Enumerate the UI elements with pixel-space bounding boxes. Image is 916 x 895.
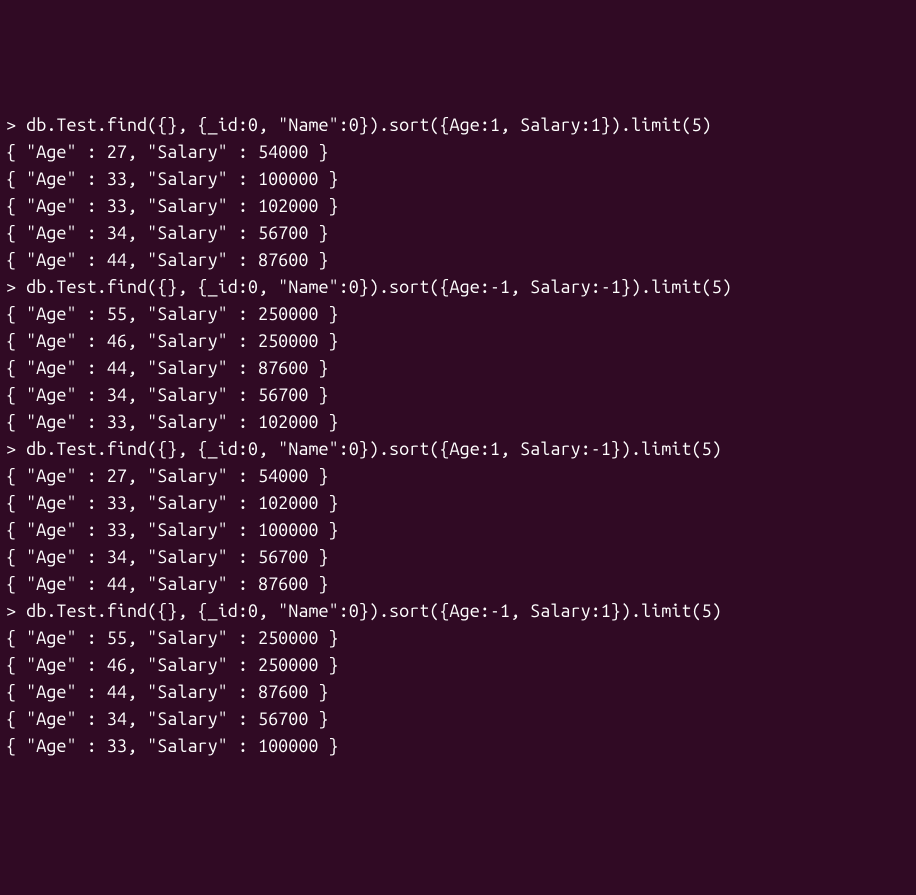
- command-line: > db.Test.find({}, {_id:0, "Name":0}).so…: [6, 598, 910, 625]
- output-line: { "Age" : 44, "Salary" : 87600 }: [6, 571, 910, 598]
- output-line: { "Age" : 33, "Salary" : 102000 }: [6, 193, 910, 220]
- output-line: { "Age" : 27, "Salary" : 54000 }: [6, 463, 910, 490]
- output-line: { "Age" : 34, "Salary" : 56700 }: [6, 382, 910, 409]
- terminal-output[interactable]: > db.Test.find({}, {_id:0, "Name":0}).so…: [6, 112, 910, 760]
- prompt-symbol: >: [6, 601, 26, 621]
- output-line: { "Age" : 34, "Salary" : 56700 }: [6, 706, 910, 733]
- output-line: { "Age" : 33, "Salary" : 100000 }: [6, 166, 910, 193]
- output-line: { "Age" : 46, "Salary" : 250000 }: [6, 328, 910, 355]
- output-line: { "Age" : 27, "Salary" : 54000 }: [6, 139, 910, 166]
- prompt-symbol: >: [6, 277, 26, 297]
- output-line: { "Age" : 33, "Salary" : 102000 }: [6, 490, 910, 517]
- output-line: { "Age" : 33, "Salary" : 100000 }: [6, 517, 910, 544]
- command-text: db.Test.find({}, {_id:0, "Name":0}).sort…: [26, 115, 711, 135]
- output-line: { "Age" : 33, "Salary" : 102000 }: [6, 409, 910, 436]
- prompt-symbol: >: [6, 439, 26, 459]
- output-line: { "Age" : 44, "Salary" : 87600 }: [6, 247, 910, 274]
- output-line: { "Age" : 33, "Salary" : 100000 }: [6, 733, 910, 760]
- command-text: db.Test.find({}, {_id:0, "Name":0}).sort…: [26, 601, 722, 621]
- command-line: > db.Test.find({}, {_id:0, "Name":0}).so…: [6, 274, 910, 301]
- output-line: { "Age" : 34, "Salary" : 56700 }: [6, 220, 910, 247]
- prompt-symbol: >: [6, 115, 26, 135]
- command-line: > db.Test.find({}, {_id:0, "Name":0}).so…: [6, 112, 910, 139]
- command-text: db.Test.find({}, {_id:0, "Name":0}).sort…: [26, 277, 732, 297]
- output-line: { "Age" : 44, "Salary" : 87600 }: [6, 355, 910, 382]
- output-line: { "Age" : 55, "Salary" : 250000 }: [6, 301, 910, 328]
- command-text: db.Test.find({}, {_id:0, "Name":0}).sort…: [26, 439, 722, 459]
- output-line: { "Age" : 46, "Salary" : 250000 }: [6, 652, 910, 679]
- output-line: { "Age" : 34, "Salary" : 56700 }: [6, 544, 910, 571]
- output-line: { "Age" : 44, "Salary" : 87600 }: [6, 679, 910, 706]
- command-line: > db.Test.find({}, {_id:0, "Name":0}).so…: [6, 436, 910, 463]
